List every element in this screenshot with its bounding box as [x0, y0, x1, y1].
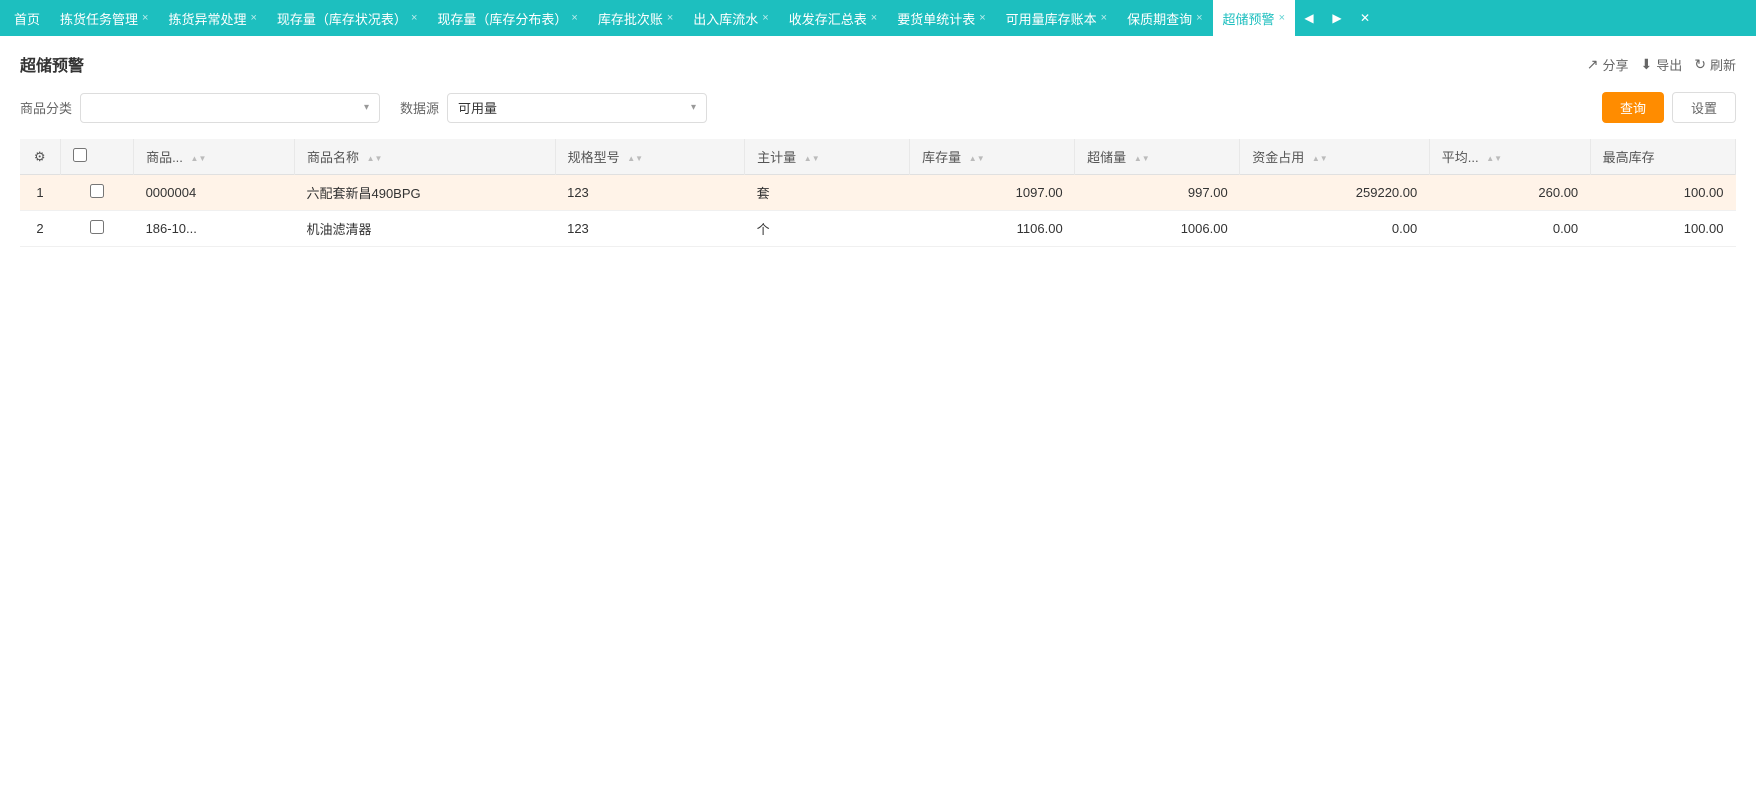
- row-checkbox[interactable]: [90, 184, 104, 198]
- th-unit[interactable]: 主计量 ▲▼: [745, 139, 910, 175]
- cell-spec: 123: [555, 175, 745, 211]
- cell-stock: 1097.00: [910, 175, 1075, 211]
- export-icon: ⬇: [1641, 56, 1653, 73]
- sort-icon-unit: ▲▼: [804, 154, 820, 163]
- table-row: 1 0000004 六配套新昌490BPG 123 套 1097.00 997.…: [20, 175, 1736, 211]
- data-table: ⚙ 商品... ▲▼ 商品名称 ▲▼ 规格型号 ▲▼ 主计: [20, 139, 1736, 247]
- row-index: 1: [20, 175, 60, 211]
- cell-spec: 123: [555, 211, 745, 247]
- cell-max-stock: 100.00: [1590, 211, 1735, 247]
- header-actions: ↗ 分享 ⬇ 导出 ↻ 刷新: [1587, 55, 1736, 74]
- select-all-checkbox[interactable]: [73, 148, 87, 162]
- cell-product-code: 0000004: [134, 175, 295, 211]
- nav-item-stock-status[interactable]: 现存量（库存状况表） ×: [267, 0, 427, 36]
- nav-item-home[interactable]: 首页: [4, 0, 50, 36]
- nav-close-expiry[interactable]: ×: [1196, 12, 1202, 24]
- product-category-arrow-icon: ▾: [364, 102, 369, 113]
- nav-item-recv-summary[interactable]: 收发存汇总表 ×: [779, 0, 887, 36]
- sort-icon-overstock: ▲▼: [1134, 154, 1150, 163]
- th-spec[interactable]: 规格型号 ▲▼: [555, 139, 745, 175]
- data-source-arrow-icon: ▾: [691, 102, 696, 113]
- nav-prev-arrow[interactable]: ◀: [1295, 0, 1323, 36]
- nav-close-recv-summary[interactable]: ×: [871, 12, 877, 24]
- page-header: 超储预警 ↗ 分享 ⬇ 导出 ↻ 刷新: [20, 52, 1736, 76]
- cell-stock: 1106.00: [910, 211, 1075, 247]
- nav-close-all-arrow[interactable]: ✕: [1351, 0, 1379, 36]
- cell-capital: 259220.00: [1240, 175, 1430, 211]
- nav-item-expiry[interactable]: 保质期查询 ×: [1117, 0, 1212, 36]
- nav-item-overstock[interactable]: 超储预警 ×: [1213, 0, 1295, 36]
- row-index: 2: [20, 211, 60, 247]
- th-product-code[interactable]: 商品... ▲▼: [134, 139, 295, 175]
- filter-buttons: 查询 设置: [1602, 92, 1736, 123]
- data-source-value: 可用量: [458, 98, 497, 117]
- cell-overstock: 1006.00: [1075, 211, 1240, 247]
- refresh-action[interactable]: ↻ 刷新: [1694, 55, 1736, 74]
- sort-icon-stock: ▲▼: [969, 154, 985, 163]
- row-checkbox[interactable]: [90, 220, 104, 234]
- th-max-stock[interactable]: 最高库存: [1590, 139, 1735, 175]
- th-stock[interactable]: 库存量 ▲▼: [910, 139, 1075, 175]
- nav-close-stock-batch[interactable]: ×: [667, 12, 673, 24]
- settings-button[interactable]: 设置: [1672, 92, 1736, 123]
- th-avg[interactable]: 平均... ▲▼: [1429, 139, 1590, 175]
- data-source-label: 数据源: [400, 98, 439, 117]
- nav-close-order-stats[interactable]: ×: [979, 12, 985, 24]
- th-product-name[interactable]: 商品名称 ▲▼: [294, 139, 555, 175]
- cell-avg: 0.00: [1429, 211, 1590, 247]
- refresh-icon: ↻: [1694, 56, 1706, 73]
- sort-icon-product-code: ▲▼: [191, 154, 207, 163]
- page-title: 超储预警: [20, 52, 84, 76]
- sort-icon-spec: ▲▼: [627, 154, 643, 163]
- cell-avg: 260.00: [1429, 175, 1590, 211]
- nav-close-pick-exception[interactable]: ×: [250, 12, 256, 24]
- data-source-select[interactable]: 可用量 ▾: [447, 93, 707, 123]
- cell-unit: 套: [745, 175, 910, 211]
- nav-close-available-stock[interactable]: ×: [1101, 12, 1107, 24]
- page-content: 超储预警 ↗ 分享 ⬇ 导出 ↻ 刷新 商品分类 ▾ 数据源: [0, 36, 1756, 800]
- top-nav: 首页 拣货任务管理 × 拣货异常处理 × 现存量（库存状况表） × 现存量（库存…: [0, 0, 1756, 36]
- sort-icon-avg: ▲▼: [1486, 154, 1502, 163]
- product-category-select[interactable]: ▾: [80, 93, 380, 123]
- cell-unit: 个: [745, 211, 910, 247]
- row-checkbox-cell: [60, 175, 134, 211]
- data-source-filter: 数据源 可用量 ▾: [400, 93, 707, 123]
- th-gear[interactable]: ⚙: [20, 139, 60, 175]
- cell-overstock: 997.00: [1075, 175, 1240, 211]
- gear-icon: ⚙: [34, 149, 46, 164]
- sort-icon-product-name: ▲▼: [367, 154, 383, 163]
- th-capital[interactable]: 资金占用 ▲▼: [1240, 139, 1430, 175]
- product-category-filter: 商品分类 ▾: [20, 93, 380, 123]
- nav-item-stock-batch[interactable]: 库存批次账 ×: [588, 0, 683, 36]
- sort-icon-capital: ▲▼: [1312, 154, 1328, 163]
- nav-next-arrow[interactable]: ▶: [1323, 0, 1351, 36]
- cell-capital: 0.00: [1240, 211, 1430, 247]
- share-action[interactable]: ↗ 分享: [1587, 55, 1629, 74]
- nav-close-inout-flow[interactable]: ×: [762, 12, 768, 24]
- query-button[interactable]: 查询: [1602, 92, 1664, 123]
- nav-item-stock-dist[interactable]: 现存量（库存分布表） ×: [427, 0, 587, 36]
- nav-item-order-stats[interactable]: 要货单统计表 ×: [887, 0, 995, 36]
- cell-product-name: 六配套新昌490BPG: [294, 175, 555, 211]
- cell-max-stock: 100.00: [1590, 175, 1735, 211]
- row-checkbox-cell: [60, 211, 134, 247]
- nav-item-available-stock[interactable]: 可用量库存账本 ×: [996, 0, 1117, 36]
- export-action[interactable]: ⬇ 导出: [1641, 55, 1683, 74]
- share-icon: ↗: [1587, 56, 1599, 73]
- th-checkbox: [60, 139, 134, 175]
- nav-close-stock-dist[interactable]: ×: [571, 12, 577, 24]
- nav-item-pick-exception[interactable]: 拣货异常处理 ×: [158, 0, 266, 36]
- nav-item-pick-task[interactable]: 拣货任务管理 ×: [50, 0, 158, 36]
- nav-item-inout-flow[interactable]: 出入库流水 ×: [683, 0, 778, 36]
- table-header-row: ⚙ 商品... ▲▼ 商品名称 ▲▼ 规格型号 ▲▼ 主计: [20, 139, 1736, 175]
- filter-bar: 商品分类 ▾ 数据源 可用量 ▾ 查询 设置: [20, 92, 1736, 123]
- product-category-label: 商品分类: [20, 98, 72, 117]
- nav-close-pick-task[interactable]: ×: [142, 12, 148, 24]
- th-overstock[interactable]: 超储量 ▲▼: [1075, 139, 1240, 175]
- nav-close-overstock[interactable]: ×: [1279, 12, 1285, 24]
- cell-product-name: 机油滤清器: [294, 211, 555, 247]
- nav-close-stock-status[interactable]: ×: [411, 12, 417, 24]
- table-row: 2 186-10... 机油滤清器 123 个 1106.00 1006.00 …: [20, 211, 1736, 247]
- cell-product-code: 186-10...: [134, 211, 295, 247]
